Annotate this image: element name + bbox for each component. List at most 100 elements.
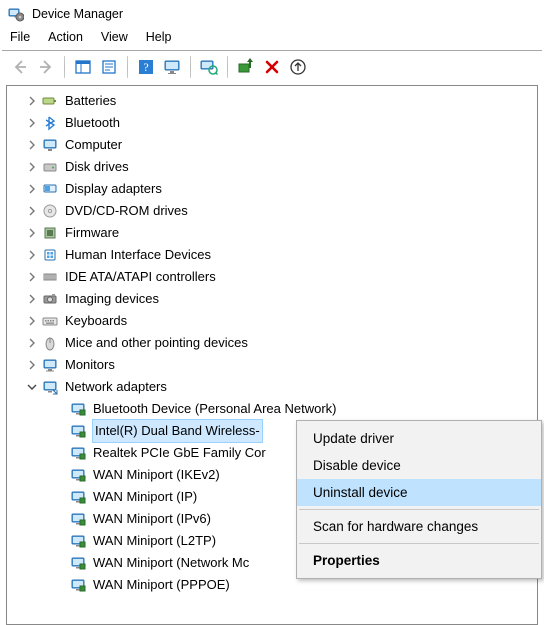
- firmware-icon: [41, 224, 59, 242]
- tree-item-monitors[interactable]: Monitors: [7, 354, 537, 376]
- tree-item-keyboards[interactable]: Keyboards: [7, 310, 537, 332]
- network-adapter-icon: [69, 444, 87, 462]
- expand-icon[interactable]: [25, 204, 39, 218]
- expand-icon[interactable]: [25, 138, 39, 152]
- tree-label: WAN Miniport (PPPOE): [93, 574, 230, 596]
- action-toolbar-button[interactable]: [160, 55, 184, 79]
- show-hide-tree-button[interactable]: [71, 55, 95, 79]
- tree-item-imaging[interactable]: Imaging devices: [7, 288, 537, 310]
- mouse-icon: [41, 334, 59, 352]
- ctx-update-driver[interactable]: Update driver: [297, 425, 541, 452]
- tree-label: Imaging devices: [65, 288, 159, 310]
- update-driver-toolbar-button[interactable]: [286, 55, 310, 79]
- tree-item-network-adapters[interactable]: Network adapters: [7, 376, 537, 398]
- expand-icon[interactable]: [25, 182, 39, 196]
- menu-help[interactable]: Help: [146, 30, 172, 44]
- ide-icon: [41, 268, 59, 286]
- bluetooth-icon: [41, 114, 59, 132]
- tree-item-ide[interactable]: IDE ATA/ATAPI controllers: [7, 266, 537, 288]
- collapse-icon[interactable]: [25, 380, 39, 394]
- network-adapter-icon: [69, 422, 87, 440]
- network-adapter-icon: [69, 576, 87, 594]
- computer-icon: [41, 136, 59, 154]
- tree-item-bt-pan[interactable]: Bluetooth Device (Personal Area Network): [7, 398, 537, 420]
- back-button[interactable]: [8, 55, 32, 79]
- window-title: Device Manager: [32, 7, 123, 21]
- add-legacy-hardware-button[interactable]: [234, 55, 258, 79]
- forward-button[interactable]: [34, 55, 58, 79]
- tree-item-computer[interactable]: Computer: [7, 134, 537, 156]
- monitor-icon: [41, 356, 59, 374]
- tree-item-mice[interactable]: Mice and other pointing devices: [7, 332, 537, 354]
- title-bar: Device Manager: [0, 0, 544, 26]
- menu-action[interactable]: Action: [48, 30, 83, 44]
- display-icon: [41, 180, 59, 198]
- expand-icon[interactable]: [25, 160, 39, 174]
- tree-item-disk-drives[interactable]: Disk drives: [7, 156, 537, 178]
- disk-icon: [41, 158, 59, 176]
- expand-icon[interactable]: [25, 248, 39, 262]
- hid-icon: [41, 246, 59, 264]
- expand-icon[interactable]: [25, 292, 39, 306]
- network-adapter-icon: [69, 466, 87, 484]
- tree-item-firmware[interactable]: Firmware: [7, 222, 537, 244]
- scan-hardware-button[interactable]: [197, 55, 221, 79]
- tree-label: Computer: [65, 134, 122, 156]
- tree-label: Realtek PCIe GbE Family Cor: [93, 442, 266, 464]
- expand-icon[interactable]: [25, 314, 39, 328]
- dvd-icon: [41, 202, 59, 220]
- tree-label: Mice and other pointing devices: [65, 332, 248, 354]
- keyboard-icon: [41, 312, 59, 330]
- tree-item-hid[interactable]: Human Interface Devices: [7, 244, 537, 266]
- tree-label: WAN Miniport (IKEv2): [93, 464, 220, 486]
- imaging-icon: [41, 290, 59, 308]
- ctx-properties[interactable]: Properties: [297, 547, 541, 574]
- network-adapter-icon: [69, 488, 87, 506]
- context-menu: Update driver Disable device Uninstall d…: [296, 420, 542, 579]
- tree-item-batteries[interactable]: Batteries: [7, 90, 537, 112]
- expand-icon[interactable]: [25, 116, 39, 130]
- tree-label: WAN Miniport (L2TP): [93, 530, 216, 552]
- network-adapter-icon: [69, 532, 87, 550]
- app-icon: [8, 6, 24, 22]
- tree-label: Monitors: [65, 354, 115, 376]
- expand-icon[interactable]: [25, 226, 39, 240]
- tree-label: DVD/CD-ROM drives: [65, 200, 188, 222]
- help-button[interactable]: [134, 55, 158, 79]
- ctx-separator: [299, 509, 539, 510]
- network-adapter-icon: [69, 510, 87, 528]
- ctx-disable-device[interactable]: Disable device: [297, 452, 541, 479]
- expand-icon[interactable]: [25, 358, 39, 372]
- menu-view[interactable]: View: [101, 30, 128, 44]
- tree-label: Bluetooth: [65, 112, 120, 134]
- tree-label: Keyboards: [65, 310, 127, 332]
- tree-item-display-adapters[interactable]: Display adapters: [7, 178, 537, 200]
- expand-icon[interactable]: [25, 94, 39, 108]
- tree-label: Disk drives: [65, 156, 129, 178]
- uninstall-toolbar-button[interactable]: [260, 55, 284, 79]
- tree-label: Network adapters: [65, 376, 167, 398]
- tree-item-dvd[interactable]: DVD/CD-ROM drives: [7, 200, 537, 222]
- tree-label: WAN Miniport (Network Mc: [93, 552, 249, 574]
- expand-icon[interactable]: [25, 270, 39, 284]
- tree-label: Batteries: [65, 90, 116, 112]
- tree-label: IDE ATA/ATAPI controllers: [65, 266, 216, 288]
- tree-label: Human Interface Devices: [65, 244, 211, 266]
- menu-bar: File Action View Help: [0, 26, 544, 50]
- tree-label: WAN Miniport (IP): [93, 486, 197, 508]
- tree-label: Bluetooth Device (Personal Area Network): [93, 398, 337, 420]
- menu-file[interactable]: File: [10, 30, 30, 44]
- network-icon: [41, 378, 59, 396]
- expand-icon[interactable]: [25, 336, 39, 350]
- properties-toolbar-button[interactable]: [97, 55, 121, 79]
- tree-item-bluetooth[interactable]: Bluetooth: [7, 112, 537, 134]
- ctx-scan-hardware[interactable]: Scan for hardware changes: [297, 513, 541, 540]
- toolbar: [0, 51, 544, 83]
- ctx-uninstall-device[interactable]: Uninstall device: [297, 479, 541, 506]
- tree-label: Display adapters: [65, 178, 162, 200]
- battery-icon: [41, 92, 59, 110]
- tree-label: WAN Miniport (IPv6): [93, 508, 211, 530]
- ctx-separator: [299, 543, 539, 544]
- tree-label: Intel(R) Dual Band Wireless-: [93, 420, 262, 442]
- tree-label: Firmware: [65, 222, 119, 244]
